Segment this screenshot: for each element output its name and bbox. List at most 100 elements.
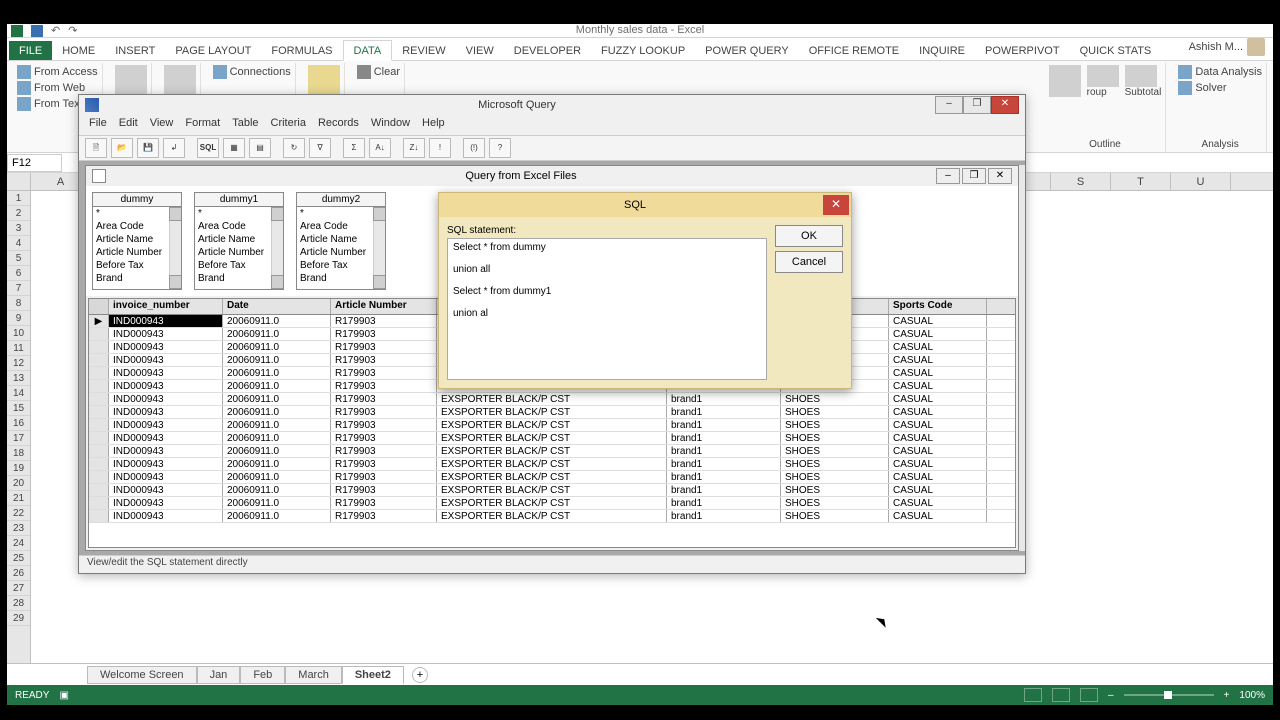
row-header[interactable]: 11 bbox=[7, 341, 30, 356]
ribbon-tab-insert[interactable]: INSERT bbox=[105, 41, 165, 60]
toolbar-total-button[interactable]: Σ bbox=[343, 138, 365, 158]
ribbon-tab-data[interactable]: DATA bbox=[343, 40, 393, 61]
result-row[interactable]: IND00094320060911.0R179903EXSPORTER BLAC… bbox=[89, 484, 1015, 497]
from-access-button[interactable]: From Access bbox=[17, 65, 98, 79]
table-field[interactable]: Article Name bbox=[195, 233, 283, 246]
row-header[interactable]: 12 bbox=[7, 356, 30, 371]
ribbon-tab-home[interactable]: HOME bbox=[52, 41, 105, 60]
result-row[interactable]: IND00094320060911.0R179903EXSPORTER BLAC… bbox=[89, 445, 1015, 458]
table-field[interactable]: Article Number bbox=[195, 246, 283, 259]
ok-button[interactable]: OK bbox=[775, 225, 843, 247]
zoom-in-icon[interactable]: + bbox=[1224, 690, 1230, 701]
row-header[interactable]: 3 bbox=[7, 221, 30, 236]
cancel-button[interactable]: Cancel bbox=[775, 251, 843, 273]
row-header[interactable]: 17 bbox=[7, 431, 30, 446]
undo-icon[interactable]: ↶ bbox=[51, 24, 60, 37]
result-header-cell[interactable]: Sports Code bbox=[889, 299, 987, 314]
normal-view-icon[interactable] bbox=[1024, 688, 1042, 702]
row-header[interactable]: 16 bbox=[7, 416, 30, 431]
table-field-list[interactable]: *Area CodeArticle NameArticle NumberBefo… bbox=[195, 207, 283, 289]
table-field[interactable]: * bbox=[195, 207, 283, 220]
add-sheet-button[interactable]: + bbox=[412, 667, 428, 683]
toolbar-remove-button[interactable]: ∇ bbox=[309, 138, 331, 158]
msquery-menu-file[interactable]: File bbox=[89, 117, 107, 133]
result-row[interactable]: IND00094320060911.0R179903EXSPORTER BLAC… bbox=[89, 458, 1015, 471]
table-field[interactable]: Before Tax bbox=[195, 259, 283, 272]
msquery-maximize-icon[interactable]: ❐ bbox=[963, 96, 991, 114]
table-scrollbar[interactable] bbox=[271, 207, 283, 289]
row-header[interactable]: 1 bbox=[7, 191, 30, 206]
clear-button[interactable]: Clear bbox=[357, 65, 400, 79]
row-header[interactable]: 25 bbox=[7, 551, 30, 566]
table-box-dummy[interactable]: dummy*Area CodeArticle NameArticle Numbe… bbox=[92, 192, 182, 290]
select-all-corner[interactable] bbox=[7, 173, 31, 190]
table-field[interactable]: Before Tax bbox=[93, 259, 181, 272]
qef-maximize-icon[interactable]: ❐ bbox=[962, 168, 986, 184]
column-header[interactable]: T bbox=[1111, 173, 1171, 190]
table-field[interactable]: Before Tax bbox=[297, 259, 385, 272]
save-icon[interactable] bbox=[31, 25, 43, 37]
table-field[interactable]: * bbox=[297, 207, 385, 220]
toolbar-show-tables-button[interactable]: ▦ bbox=[223, 138, 245, 158]
sql-dialog-close-icon[interactable]: ✕ bbox=[823, 195, 849, 215]
ungroup-icon[interactable] bbox=[1087, 65, 1119, 87]
table-box-dummy2[interactable]: dummy2*Area CodeArticle NameArticle Numb… bbox=[296, 192, 386, 290]
qef-minimize-icon[interactable]: – bbox=[936, 168, 960, 184]
toolbar-new-button[interactable]: 🗎 bbox=[85, 138, 107, 158]
ribbon-tab-fuzzy-lookup[interactable]: Fuzzy Lookup bbox=[591, 41, 695, 60]
row-header[interactable]: 18 bbox=[7, 446, 30, 461]
table-field[interactable]: Brand bbox=[195, 272, 283, 285]
msquery-minimize-icon[interactable]: – bbox=[935, 96, 963, 114]
msquery-close-icon[interactable]: ✕ bbox=[991, 96, 1019, 114]
sheet-tab-march[interactable]: March bbox=[285, 666, 342, 684]
toolbar-return-button[interactable]: ↲ bbox=[163, 138, 185, 158]
row-header[interactable]: 14 bbox=[7, 386, 30, 401]
result-row[interactable]: IND00094320060911.0R179903EXSPORTER BLAC… bbox=[89, 497, 1015, 510]
column-header[interactable]: S bbox=[1051, 173, 1111, 190]
result-row[interactable]: IND00094320060911.0R179903EXSPORTER BLAC… bbox=[89, 510, 1015, 523]
row-header[interactable]: 4 bbox=[7, 236, 30, 251]
result-header-cell[interactable]: Article Number bbox=[331, 299, 437, 314]
name-box[interactable] bbox=[7, 154, 62, 172]
macro-record-icon[interactable]: ▣ bbox=[59, 690, 68, 701]
row-header[interactable]: 28 bbox=[7, 596, 30, 611]
subtotal-icon[interactable] bbox=[1125, 65, 1157, 87]
table-field[interactable]: Article Name bbox=[93, 233, 181, 246]
row-header[interactable]: 19 bbox=[7, 461, 30, 476]
from-other-sources-icon[interactable] bbox=[115, 65, 147, 97]
msquery-menu-help[interactable]: Help bbox=[422, 117, 445, 133]
row-header[interactable]: 20 bbox=[7, 476, 30, 491]
ribbon-tab-quick-stats[interactable]: QUICK STATS bbox=[1070, 41, 1162, 60]
zoom-out-icon[interactable]: – bbox=[1108, 690, 1114, 701]
table-scrollbar[interactable] bbox=[169, 207, 181, 289]
row-header[interactable]: 22 bbox=[7, 506, 30, 521]
row-header[interactable]: 21 bbox=[7, 491, 30, 506]
msquery-menu-window[interactable]: Window bbox=[371, 117, 410, 133]
toolbar-cycle-button[interactable]: ↻ bbox=[283, 138, 305, 158]
ribbon-tab-file[interactable]: FILE bbox=[9, 41, 52, 60]
row-header[interactable]: 26 bbox=[7, 566, 30, 581]
ribbon-tab-inquire[interactable]: INQUIRE bbox=[909, 41, 975, 60]
table-field[interactable]: * bbox=[93, 207, 181, 220]
sheet-tab-feb[interactable]: Feb bbox=[240, 666, 285, 684]
result-row[interactable]: IND00094320060911.0R179903EXSPORTER BLAC… bbox=[89, 471, 1015, 484]
toolbar-query-now-button[interactable]: (!) bbox=[463, 138, 485, 158]
msquery-menu-criteria[interactable]: Criteria bbox=[271, 117, 306, 133]
result-header-cell[interactable]: invoice_number bbox=[109, 299, 223, 314]
zoom-percentage[interactable]: 100% bbox=[1239, 690, 1265, 701]
table-field[interactable]: Area Code bbox=[93, 220, 181, 233]
toolbar-filter-button[interactable]: ! bbox=[429, 138, 451, 158]
from-web-button[interactable]: From Web bbox=[17, 81, 98, 95]
toolbar-open-button[interactable]: 📂 bbox=[111, 138, 133, 158]
toolbar-add-criteria-button[interactable]: ▤ bbox=[249, 138, 271, 158]
msquery-menu-table[interactable]: Table bbox=[232, 117, 258, 133]
toolbar-sort-asc-button[interactable]: A↓ bbox=[369, 138, 391, 158]
row-header[interactable]: 5 bbox=[7, 251, 30, 266]
ribbon-tab-page-layout[interactable]: PAGE LAYOUT bbox=[165, 41, 261, 60]
table-field[interactable]: Article Number bbox=[93, 246, 181, 259]
table-field[interactable]: Area Code bbox=[297, 220, 385, 233]
solver-button[interactable]: Solver bbox=[1178, 81, 1262, 95]
table-field-list[interactable]: *Area CodeArticle NameArticle NumberBefo… bbox=[297, 207, 385, 289]
page-break-view-icon[interactable] bbox=[1080, 688, 1098, 702]
zoom-slider[interactable] bbox=[1124, 694, 1214, 696]
